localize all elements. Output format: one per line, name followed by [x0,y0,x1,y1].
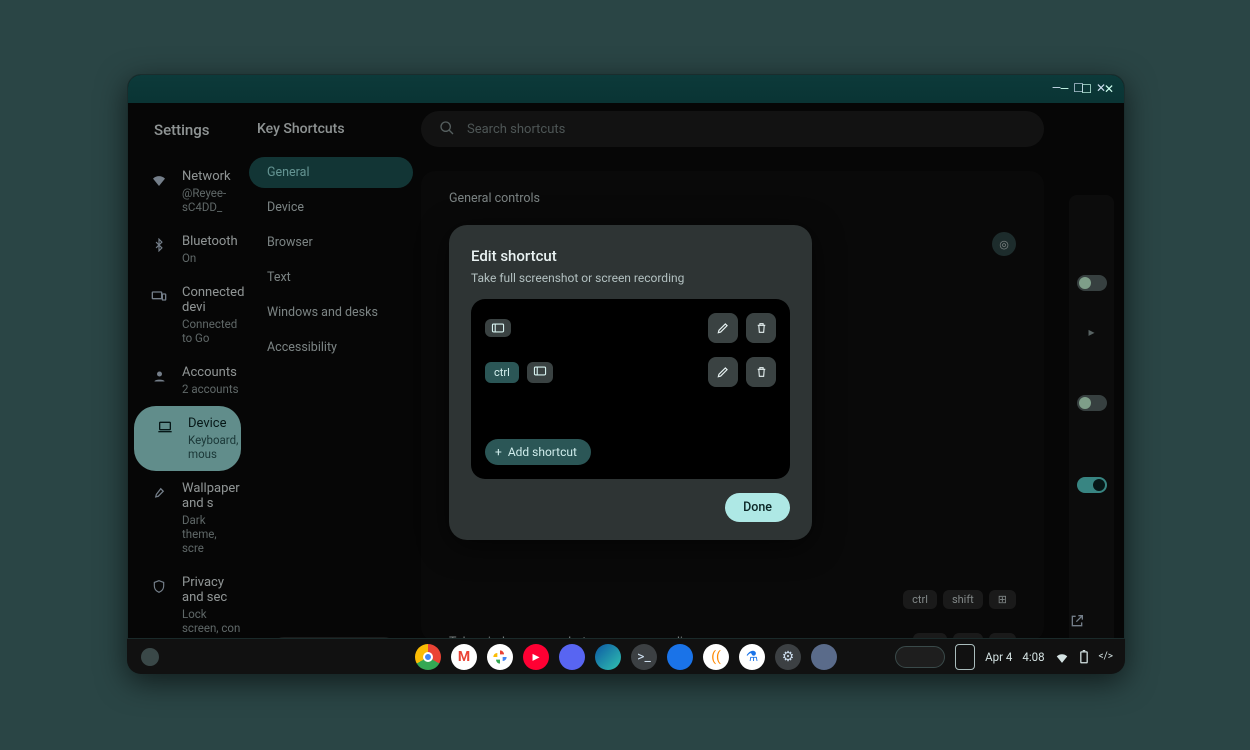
overview-key-icon [527,362,553,383]
settings-icon[interactable]: ⚙ [775,644,801,670]
delete-button[interactable] [746,357,776,387]
delete-button[interactable] [746,313,776,343]
app-icon[interactable]: ⚗ [739,644,765,670]
dialog-title: Edit shortcut [471,247,790,265]
discord-icon[interactable] [559,644,585,670]
edge-icon[interactable] [595,644,621,670]
settings-window: — ☐ ✕ — ☐ ✕ Settings Network@Reyee-sC4DD… [127,74,1125,674]
system-tray[interactable]: Apr 4 4:08 </> [895,644,1113,670]
tray-date: Apr 4 [985,650,1012,664]
phone-hub-icon[interactable] [955,644,975,670]
youtube-music-icon[interactable]: ▸ [523,644,549,670]
plus-icon: + [495,445,502,459]
shortcut-list: ctrl + Add shortcut [471,299,790,479]
terminal-icon[interactable]: >_ [631,644,657,670]
edit-button[interactable] [708,313,738,343]
shelf: M ▸ >_ (( ⚗ ⚙ Apr 4 4:08 </> [127,638,1125,674]
app-icon[interactable]: (( [703,644,729,670]
edit-button[interactable] [708,357,738,387]
add-shortcut-button[interactable]: + Add shortcut [485,439,591,465]
key-chip: ctrl [485,362,519,383]
battery-icon [1079,650,1089,664]
done-button[interactable]: Done [725,493,790,522]
edit-shortcut-dialog: Edit shortcut Take full screenshot or sc… [449,225,812,540]
gmail-icon[interactable]: M [451,644,477,670]
chrome-icon[interactable] [415,644,441,670]
tray-pill[interactable] [895,646,945,668]
photos-icon[interactable] [487,644,513,670]
launcher-button[interactable] [141,648,159,666]
overview-key-icon [485,319,511,337]
wifi-icon [1055,651,1069,663]
shortcut-entry: ctrl [485,357,776,387]
dialog-subtitle: Take full screenshot or screen recording [471,271,790,285]
tray-time: 4:08 [1022,650,1044,664]
shortcut-entry [485,313,776,343]
files-icon[interactable] [667,644,693,670]
dev-icon: </> [1099,651,1113,662]
app-icon[interactable] [811,644,837,670]
